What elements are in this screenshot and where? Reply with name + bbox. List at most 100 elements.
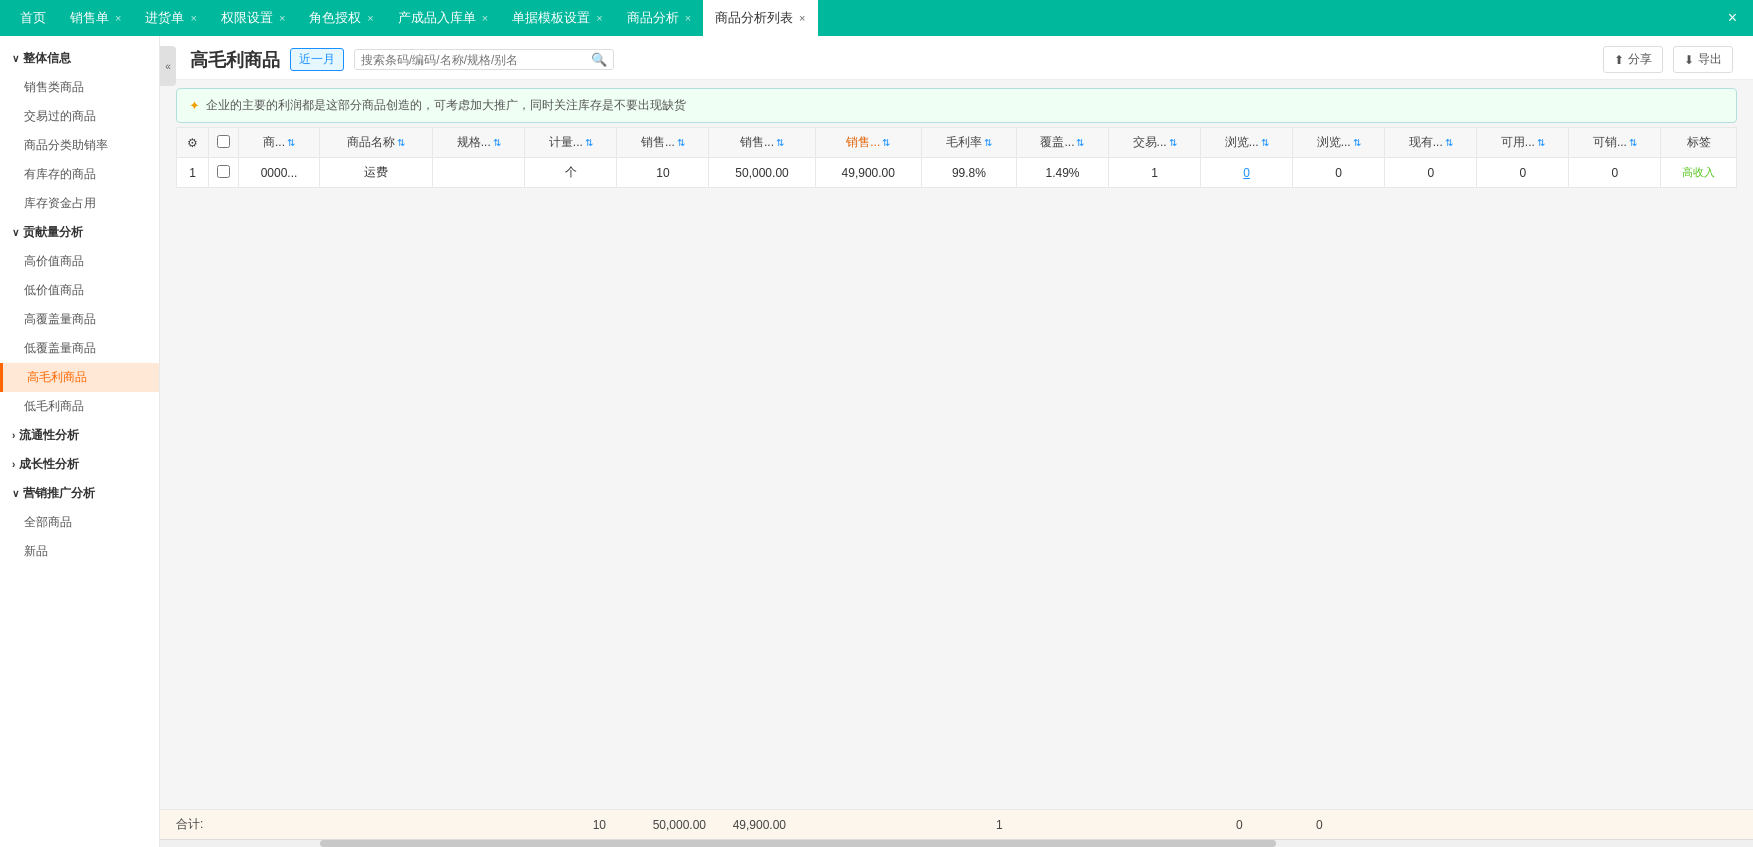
nav-purchase[interactable]: 进货单 × xyxy=(133,0,208,36)
footer-spacer-3 xyxy=(279,818,339,832)
sidebar-group-liquidity[interactable]: › 流通性分析 xyxy=(0,421,159,450)
footer-spacer-2 xyxy=(255,818,279,832)
export-icon: ⬇ xyxy=(1684,53,1694,67)
footer-cells: 10 50,000.00 49,900.00 1 0 0 xyxy=(223,818,1359,832)
sidebar-item-low-coverage[interactable]: 低覆盖量商品 xyxy=(0,334,159,363)
close-product-analysis-tab[interactable]: × xyxy=(685,12,691,24)
sidebar-item-category-rate[interactable]: 商品分类助销率 xyxy=(0,131,159,160)
nav-analysis-list[interactable]: 商品分析列表 × xyxy=(703,0,817,36)
info-banner: ✦ 企业的主要的利润都是这部分商品创造的，可考虑加大推广，同时关注库存是不要出现… xyxy=(176,88,1737,123)
footer-spacer-1 xyxy=(223,818,255,832)
product-table: ⚙ 商...⇅ 商品名称⇅ 规格...⇅ 计量...⇅ 销售...⇅ 销售...… xyxy=(176,127,1737,188)
footer-sales3: 49,900.00 xyxy=(719,818,799,832)
th-unit[interactable]: 计量...⇅ xyxy=(525,128,617,158)
sidebar-item-low-margin[interactable]: 低毛利商品 xyxy=(0,392,159,421)
horizontal-scrollbar[interactable] xyxy=(160,839,1753,847)
th-tag: 标签 xyxy=(1661,128,1737,158)
row-checkbox[interactable] xyxy=(209,158,239,188)
row-transactions: 1 xyxy=(1109,158,1201,188)
nav-template-settings[interactable]: 单据模板设置 × xyxy=(500,0,614,36)
footer-spacer-6 xyxy=(499,818,559,832)
th-sales2[interactable]: 销售...⇅ xyxy=(709,128,815,158)
th-coverage[interactable]: 覆盖...⇅ xyxy=(1016,128,1108,158)
nav-home[interactable]: 首页 xyxy=(8,0,58,36)
footer-spacer-5 xyxy=(439,818,499,832)
arrow-icon-3: › xyxy=(12,430,15,441)
sidebar-group-contribution[interactable]: ∨ 贡献量分析 xyxy=(0,218,159,247)
th-code[interactable]: 商...⇅ xyxy=(239,128,320,158)
footer-sales1: 10 xyxy=(559,818,639,832)
th-browse1[interactable]: 浏览...⇅ xyxy=(1201,128,1293,158)
sidebar-item-stock-capital[interactable]: 库存资金占用 xyxy=(0,189,159,218)
product-table-wrapper: ⚙ 商...⇅ 商品名称⇅ 规格...⇅ 计量...⇅ 销售...⇅ 销售...… xyxy=(176,127,1737,809)
close-analysis-list-tab[interactable]: × xyxy=(799,12,805,24)
row-code: 0000... xyxy=(239,158,320,188)
sidebar-item-in-stock[interactable]: 有库存的商品 xyxy=(0,160,159,189)
export-button[interactable]: ⬇ 导出 xyxy=(1673,46,1733,73)
th-name[interactable]: 商品名称⇅ xyxy=(320,128,433,158)
sidebar-group-marketing[interactable]: ∨ 营销推广分析 xyxy=(0,479,159,508)
sidebar-item-high-coverage[interactable]: 高覆盖量商品 xyxy=(0,305,159,334)
th-saleable[interactable]: 可销...⇅ xyxy=(1569,128,1661,158)
nav-product-analysis[interactable]: 商品分析 × xyxy=(615,0,703,36)
arrow-icon-5: ∨ xyxy=(12,488,19,499)
th-browse2[interactable]: 浏览...⇅ xyxy=(1293,128,1385,158)
sidebar-item-low-value[interactable]: 低价值商品 xyxy=(0,276,159,305)
sidebar-group-overall[interactable]: ∨ 整体信息 xyxy=(0,44,159,73)
th-current[interactable]: 现有...⇅ xyxy=(1385,128,1477,158)
table-row: 1 0000... 运费 个 10 50,000.00 49,900.00 99… xyxy=(177,158,1737,188)
footer-current: 0 xyxy=(1199,818,1279,832)
th-sales3[interactable]: 销售...⇅ xyxy=(815,128,921,158)
footer-spacer-7 xyxy=(799,818,879,832)
nav-finished-goods[interactable]: 产成品入库单 × xyxy=(386,0,500,36)
sidebar: ∨ 整体信息 销售类商品 交易过的商品 商品分类助销率 有库存的商品 库存资金占… xyxy=(0,36,160,847)
sidebar-item-new-products[interactable]: 新品 xyxy=(0,537,159,566)
footer-transactions: 1 xyxy=(959,818,1039,832)
close-roles-tab[interactable]: × xyxy=(367,12,373,24)
close-sales-tab[interactable]: × xyxy=(115,12,121,24)
close-permissions-tab[interactable]: × xyxy=(279,12,285,24)
th-gross-rate[interactable]: 毛利率⇅ xyxy=(921,128,1016,158)
row-spec xyxy=(433,158,525,188)
th-checkbox[interactable] xyxy=(209,128,239,158)
nav-roles[interactable]: 角色授权 × xyxy=(297,0,385,36)
sidebar-item-high-margin[interactable]: 高毛利商品 xyxy=(0,363,159,392)
close-template-tab[interactable]: × xyxy=(596,12,602,24)
th-available[interactable]: 可用...⇅ xyxy=(1477,128,1569,158)
sidebar-item-all-products[interactable]: 全部商品 xyxy=(0,508,159,537)
row-name: 运费 xyxy=(320,158,433,188)
share-icon: ⬆ xyxy=(1614,53,1624,67)
row-browse1[interactable]: 0 xyxy=(1201,158,1293,188)
share-button[interactable]: ⬆ 分享 xyxy=(1603,46,1663,73)
content-area: « 高毛利商品 近一月 🔍 ⬆ 分享 ⬇ 导出 xyxy=(160,36,1753,847)
sidebar-item-traded-products[interactable]: 交易过的商品 xyxy=(0,102,159,131)
info-icon: ✦ xyxy=(189,98,200,113)
search-icon: 🔍 xyxy=(591,52,607,67)
sidebar-item-high-value[interactable]: 高价值商品 xyxy=(0,247,159,276)
th-settings[interactable]: ⚙ xyxy=(177,128,209,158)
row-gross-rate: 99.8% xyxy=(921,158,1016,188)
footer-sales2: 50,000.00 xyxy=(639,818,719,832)
total-label: 合计: xyxy=(176,816,203,833)
sidebar-group-growth[interactable]: › 成长性分析 xyxy=(0,450,159,479)
search-input[interactable] xyxy=(361,53,591,67)
footer-spacer-8 xyxy=(879,818,959,832)
th-sales1[interactable]: 销售...⇅ xyxy=(617,128,709,158)
close-all-button[interactable]: × xyxy=(1720,9,1745,27)
select-all-checkbox[interactable] xyxy=(217,135,230,148)
content-header: 高毛利商品 近一月 🔍 ⬆ 分享 ⬇ 导出 xyxy=(160,36,1753,80)
sidebar-collapse-button[interactable]: « xyxy=(160,46,176,86)
filter-recent-month-button[interactable]: 近一月 xyxy=(290,48,344,71)
close-finished-goods-tab[interactable]: × xyxy=(482,12,488,24)
close-purchase-tab[interactable]: × xyxy=(190,12,196,24)
scrollbar-thumb[interactable] xyxy=(320,840,1276,847)
footer-total-row: 合计: 10 50,000.00 49,900.00 1 xyxy=(160,809,1753,839)
nav-sales[interactable]: 销售单 × xyxy=(58,0,133,36)
row-select-checkbox[interactable] xyxy=(217,165,230,178)
row-unit: 个 xyxy=(525,158,617,188)
th-spec[interactable]: 规格...⇅ xyxy=(433,128,525,158)
row-current: 0 xyxy=(1385,158,1477,188)
nav-permissions[interactable]: 权限设置 × xyxy=(209,0,297,36)
th-transactions[interactable]: 交易...⇅ xyxy=(1109,128,1201,158)
sidebar-item-sales-products[interactable]: 销售类商品 xyxy=(0,73,159,102)
